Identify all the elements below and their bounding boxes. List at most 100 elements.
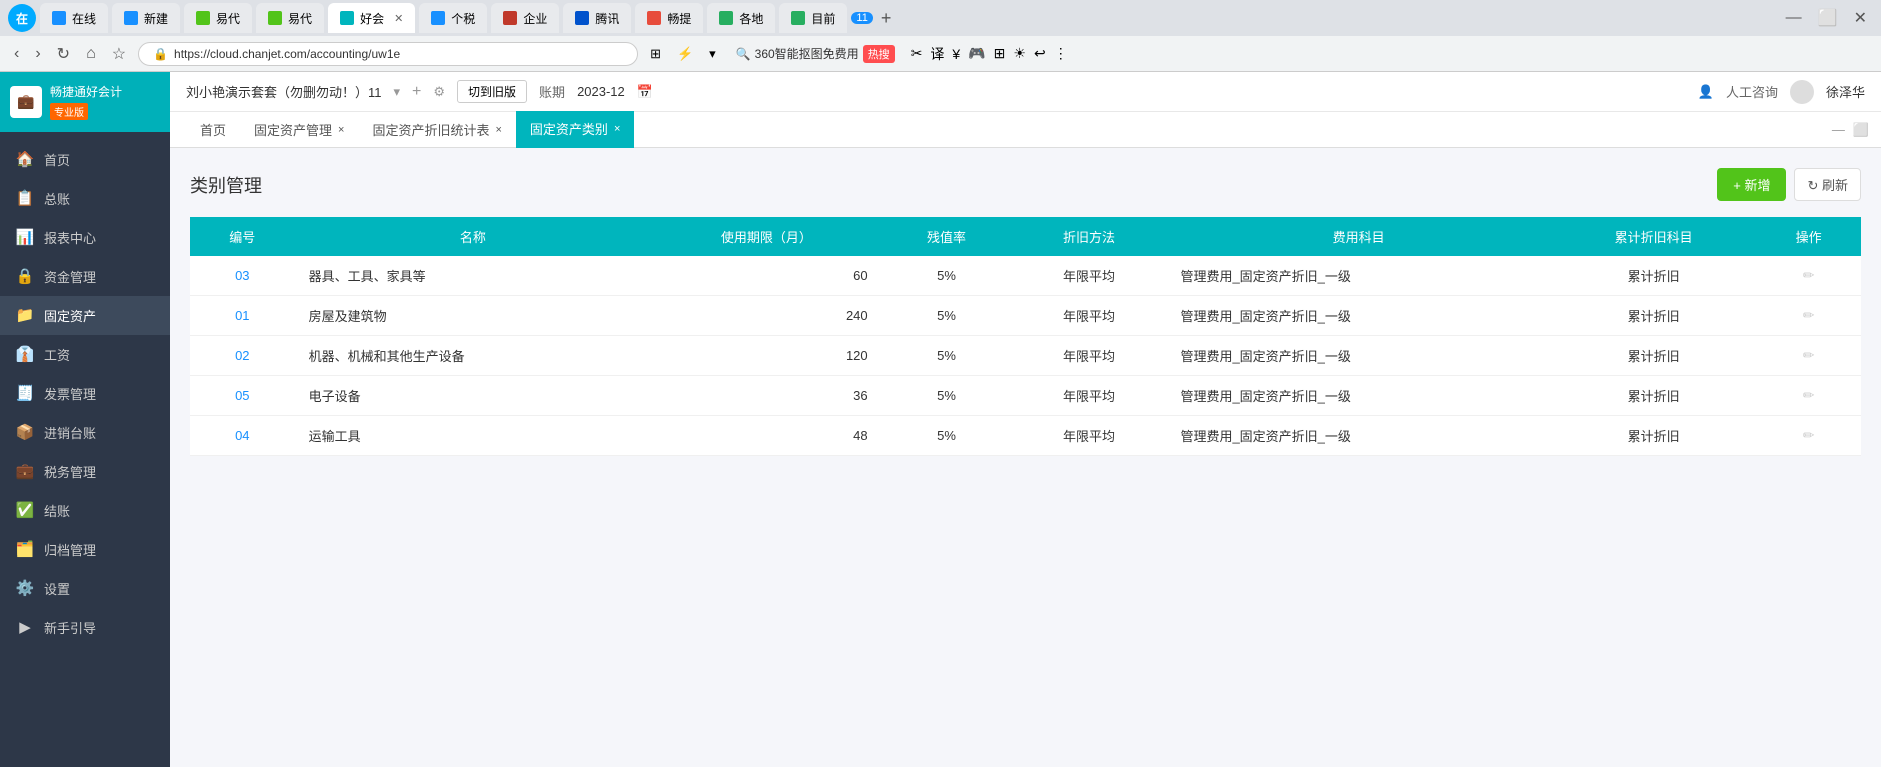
scissors-icon[interactable]: ✂ (911, 45, 923, 62)
sidebar-item-home[interactable]: 🏠 首页 (0, 140, 170, 179)
cell-accum-1: 累计折旧 (1551, 296, 1756, 336)
cell-code-1: 01 (190, 296, 295, 336)
invoice-icon: 🧾 (16, 384, 34, 402)
sidebar-item-settings[interactable]: ⚙️ 设置 (0, 569, 170, 608)
reload-button[interactable]: ↻ (53, 40, 74, 68)
search-bar[interactable]: 🔍 360智能抠图免费用 热搜 (728, 45, 903, 63)
cell-period-2: 120 (651, 336, 882, 376)
fixed-assets-icon: 📁 (16, 306, 34, 324)
browser-tab-tengxun[interactable]: 腾讯 (563, 3, 631, 33)
guide-icon: ▶ (16, 618, 34, 636)
edit-icon-4[interactable]: ✏ (1803, 427, 1815, 443)
sidebar-item-tax[interactable]: 💼 税务管理 (0, 452, 170, 491)
cell-accum-4: 累计折旧 (1551, 416, 1756, 456)
cell-code-3: 05 (190, 376, 295, 416)
new-tab-button[interactable]: + (881, 8, 892, 29)
window-minimize[interactable]: — (1780, 9, 1808, 27)
col-header-name: 名称 (295, 217, 651, 256)
home-button[interactable]: ⌂ (82, 41, 100, 67)
browser-tab-new[interactable]: 新建 (112, 3, 180, 33)
grid-icon[interactable]: ⊞ (994, 45, 1006, 62)
browser-toolbar: ‹ › ↻ ⌂ ☆ 🔒 https://cloud.chanjet.com/ac… (0, 36, 1881, 72)
dropdown-arrow[interactable]: ▾ (709, 46, 716, 62)
maximize-panel-icon[interactable]: ⬜ (1853, 122, 1869, 138)
cell-method-1: 年限平均 (1011, 296, 1166, 336)
undo-icon[interactable]: ↩ (1034, 45, 1046, 62)
sidebar-item-invoice[interactable]: 🧾 发票管理 (0, 374, 170, 413)
sidebar-item-reports[interactable]: 📊 报表中心 (0, 218, 170, 257)
address-bar[interactable]: 🔒 https://cloud.chanjet.com/accounting/u… (138, 42, 638, 66)
forward-button[interactable]: › (31, 41, 44, 67)
add-account-icon[interactable]: + (412, 83, 421, 101)
browser-tab-gesui[interactable]: 个税 (419, 3, 487, 33)
sidebar-item-ledger[interactable]: 📋 总账 (0, 179, 170, 218)
minimize-panel-icon[interactable]: — (1832, 122, 1845, 137)
edit-icon-3[interactable]: ✏ (1803, 387, 1815, 403)
tab-close-category[interactable]: × (614, 123, 620, 135)
cell-expense-3: 管理费用_固定资产折旧_一级 (1166, 376, 1550, 416)
add-button[interactable]: + 新增 (1717, 168, 1786, 201)
edit-icon-2[interactable]: ✏ (1803, 347, 1815, 363)
sidebar-item-settlement[interactable]: ✅ 结账 (0, 491, 170, 530)
browser-tab-gedi[interactable]: 各地 (707, 3, 775, 33)
brightness-icon[interactable]: ☀ (1013, 45, 1026, 62)
nav-label-archive: 归档管理 (44, 540, 96, 559)
search-icon: 🔍 (736, 47, 751, 61)
browser-tab-haohui[interactable]: 好会 ✕ (328, 3, 415, 33)
sidebar-item-funds[interactable]: 🔒 资金管理 (0, 257, 170, 296)
tab-depreciation[interactable]: 固定资产折旧统计表 × (358, 112, 515, 147)
refresh-button[interactable]: ↻ 刷新 (1794, 168, 1861, 201)
translate-icon[interactable]: 译 (930, 44, 944, 64)
browser-tab-muqian[interactable]: 目前 (779, 3, 847, 33)
back-button[interactable]: ‹ (10, 41, 23, 67)
nav-label-payroll: 工资 (44, 345, 70, 364)
tab-close-fixed-mgmt[interactable]: × (338, 124, 344, 136)
tab-fixed-mgmt[interactable]: 固定资产管理 × (240, 112, 358, 147)
username-label: 徐泽华 (1826, 82, 1865, 101)
sidebar-item-fixed-assets[interactable]: 📁 固定资产 (0, 296, 170, 335)
window-restore[interactable]: ⬜ (1812, 8, 1844, 28)
funds-icon: 🔒 (16, 267, 34, 285)
col-header-accum: 累计折旧科目 (1551, 217, 1756, 256)
edit-icon-1[interactable]: ✏ (1803, 307, 1815, 323)
tab-home[interactable]: 首页 (186, 112, 240, 147)
window-close[interactable]: ✕ (1848, 8, 1873, 28)
calendar-icon[interactable]: 📅 (637, 84, 653, 100)
settings-gear-icon[interactable]: ⚙ (433, 84, 445, 100)
tab-favicon-5 (340, 11, 354, 25)
dropdown-icon[interactable]: ▾ (394, 84, 401, 100)
bookmark-button[interactable]: ☆ (108, 40, 130, 68)
browser-tab-yidai2[interactable]: 易代 (256, 3, 324, 33)
edit-icon-0[interactable]: ✏ (1803, 267, 1815, 283)
tab-favicon-2 (124, 11, 138, 25)
yuan-icon[interactable]: ¥ (952, 46, 960, 62)
nav-label-stock: 进销台账 (44, 423, 96, 442)
consult-icon: 👤 (1698, 84, 1714, 100)
browser-tab-qiye[interactable]: 企业 (491, 3, 559, 33)
tab-close-5[interactable]: ✕ (394, 12, 403, 25)
cell-name-0: 器具、工具、家具等 (295, 256, 651, 296)
header-left: 刘小艳演示套套（勿删勿动！）11 ▾ + ⚙ 切到旧版 账期 2023-12 📅 (186, 80, 653, 103)
sidebar-item-archive[interactable]: 🗂️ 归档管理 (0, 530, 170, 569)
tab-favicon-11 (791, 11, 805, 25)
browser-tab-yidai1[interactable]: 易代 (184, 3, 252, 33)
tab-favicon-6 (431, 11, 445, 25)
sidebar-item-payroll[interactable]: 👔 工资 (0, 335, 170, 374)
cell-action-3: ✏ (1756, 376, 1861, 416)
settings-icon: ⚙️ (16, 579, 34, 597)
tab-label-8: 腾讯 (595, 10, 619, 27)
game-icon[interactable]: 🎮 (968, 45, 985, 62)
tax-icon: 💼 (16, 462, 34, 480)
tab-label-9: 畅提 (667, 10, 691, 27)
sidebar-item-guide[interactable]: ▶ 新手引导 (0, 608, 170, 647)
col-header-code: 编号 (190, 217, 295, 256)
more-icon[interactable]: ⋮ (1054, 45, 1068, 62)
secure-icon: 🔒 (153, 47, 168, 61)
switch-version-btn[interactable]: 切到旧版 (457, 80, 527, 103)
consult-label[interactable]: 人工咨询 (1726, 82, 1778, 101)
browser-tab-zaixian[interactable]: 在线 (40, 3, 108, 33)
tab-close-depreciation[interactable]: × (495, 124, 501, 136)
sidebar-item-stock[interactable]: 📦 进销台账 (0, 413, 170, 452)
browser-tab-changt[interactable]: 畅提 (635, 3, 703, 33)
tab-category[interactable]: 固定资产类别 × (516, 111, 634, 148)
